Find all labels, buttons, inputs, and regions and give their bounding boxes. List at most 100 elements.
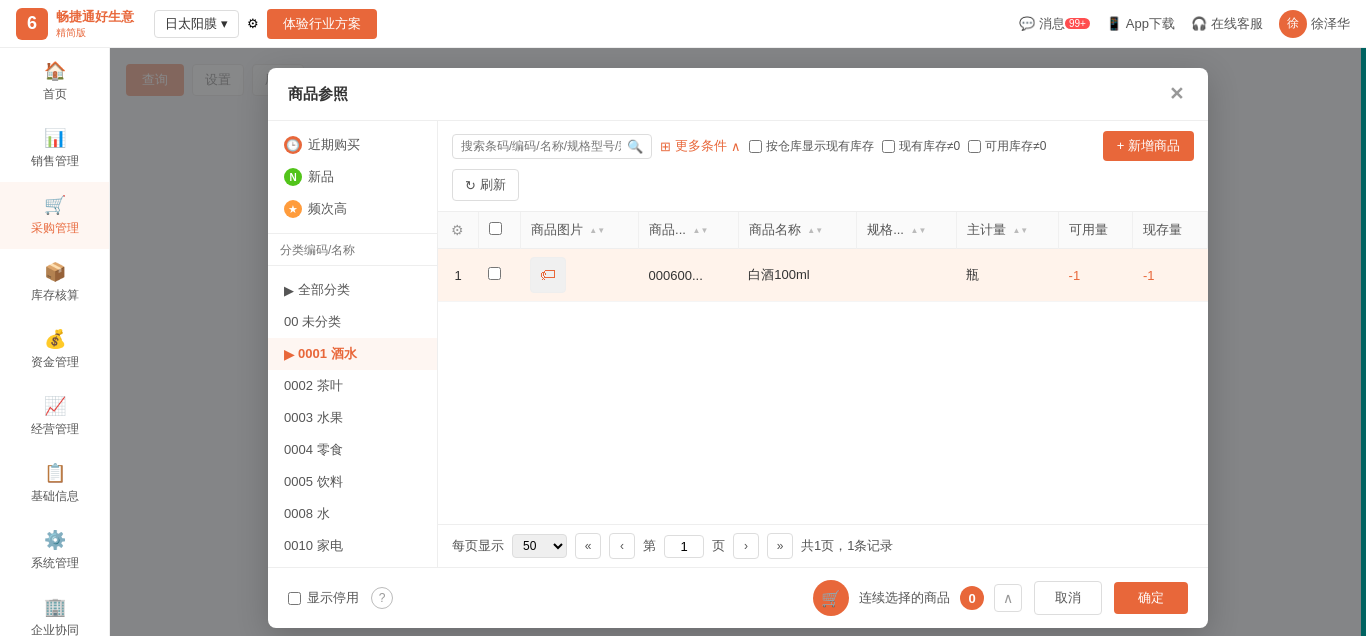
col-unit: 主计量 ▲▼ (956, 212, 1058, 249)
prev-page-btn[interactable]: ‹ (609, 533, 635, 559)
cat-0008[interactable]: 0008 水 (268, 498, 437, 530)
col-image: 商品图片 ▲▼ (520, 212, 638, 249)
col-stock: 现存量 (1133, 212, 1208, 249)
user-avatar-btn[interactable]: 徐 徐泽华 (1279, 10, 1350, 38)
select-all-checkbox[interactable] (489, 222, 502, 235)
usable-checkbox[interactable] (968, 140, 981, 153)
new-product-btn[interactable]: + 新增商品 (1103, 131, 1194, 161)
settings-icon[interactable]: ⚙ (247, 16, 259, 31)
per-page-select[interactable]: 50 100 200 (512, 534, 567, 558)
headset-icon: 🎧 (1191, 16, 1207, 31)
cat-0003[interactable]: 0003 水果 (268, 402, 437, 434)
category-search-input[interactable] (280, 243, 430, 257)
available-checkbox-label[interactable]: 现有库存≠0 (882, 138, 960, 155)
sidebar-label-stock: 库存核算 (31, 287, 79, 304)
freq-label: 频次高 (308, 200, 347, 218)
table-header-row: ⚙ 商品图片 ▲▼ 商品... ▲▼ (438, 212, 1208, 249)
row-stock-cell: -1 (1133, 249, 1208, 302)
sidebar-item-operations[interactable]: 📈 经营管理 (0, 383, 109, 450)
quick-freq[interactable]: ★ 频次高 (268, 193, 437, 225)
category-search: 🔍 (268, 234, 437, 266)
product-image-icon: 🏷 (540, 266, 556, 284)
sidebar-item-stock[interactable]: 📦 库存核算 (0, 249, 109, 316)
purchase-icon: 🛒 (44, 194, 66, 216)
help-icon-btn[interactable]: ? (371, 587, 393, 609)
confirm-btn[interactable]: 确定 (1114, 582, 1188, 614)
column-settings-icon[interactable]: ⚙ (451, 222, 464, 238)
usable-checkbox-label[interactable]: 可用库存≠0 (968, 138, 1046, 155)
sidebar-item-enterprise[interactable]: 🏢 企业协同 (0, 584, 109, 636)
store-selector[interactable]: 日太阳膜 ▾ (154, 10, 239, 38)
sidebar-item-basic[interactable]: 📋 基础信息 (0, 450, 109, 517)
top-nav: 6 畅捷通好生意 精简版 日太阳膜 ▾ ⚙ 体验行业方案 💬 消息 99+ 📱 … (0, 0, 1366, 48)
sidebar-item-system[interactable]: ⚙️ 系统管理 (0, 517, 109, 584)
home-icon: 🏠 (44, 60, 66, 82)
stock-icon: 📦 (44, 261, 66, 283)
right-panel: 🔍 ⊞ 更多条件 ∧ 按仓库显示现有库存 (438, 121, 1208, 567)
recent-label: 近期购买 (308, 136, 360, 154)
cat-0010[interactable]: 0010 家电 (268, 530, 437, 562)
cat-0001[interactable]: ▶ 0001 酒水 (268, 338, 437, 370)
refresh-btn[interactable]: ↻ 刷新 (452, 169, 519, 201)
quick-new[interactable]: N 新品 (268, 161, 437, 193)
sort-image-icon: ▲▼ (589, 226, 605, 235)
messages-btn[interactable]: 💬 消息 99+ (1019, 15, 1090, 33)
row-code-cell: 000600... (639, 249, 739, 302)
cancel-btn[interactable]: 取消 (1034, 581, 1102, 615)
new-label: 新品 (308, 168, 334, 186)
row-image-cell: 🏷 (520, 249, 638, 302)
total-info: 共1页，1条记录 (801, 537, 893, 555)
chevron-up-icon: ∧ (731, 139, 741, 154)
cat-uncat[interactable]: 00 未分类 (268, 306, 437, 338)
filter-icon: ⊞ (660, 139, 671, 154)
app-download-btn[interactable]: 📱 App下载 (1106, 15, 1175, 33)
modal-body: 🕒 近期购买 N 新品 ★ 频次高 (268, 121, 1208, 567)
cat-0002[interactable]: 0002 茶叶 (268, 370, 437, 402)
product-search-icon[interactable]: 🔍 (627, 139, 643, 154)
table-row[interactable]: 1 🏷 (438, 249, 1208, 302)
product-thumbnail: 🏷 (530, 257, 566, 293)
row-checkbox[interactable] (488, 267, 501, 280)
sidebar-item-purchase[interactable]: 🛒 采购管理 (0, 182, 109, 249)
available-checkbox[interactable] (882, 140, 895, 153)
row-available-cell: -1 (1059, 249, 1133, 302)
page-number-input[interactable] (664, 535, 704, 558)
quick-recent[interactable]: 🕒 近期购买 (268, 129, 437, 161)
sidebar-item-finance[interactable]: 💰 资金管理 (0, 316, 109, 383)
enterprise-icon: 🏢 (44, 596, 66, 618)
last-page-btn[interactable]: » (767, 533, 793, 559)
product-table-area: ⚙ 商品图片 ▲▼ 商品... ▲▼ (438, 212, 1208, 524)
cat-0001-arrow: ▶ (284, 347, 294, 362)
freq-icon: ★ (284, 200, 302, 218)
sidebar-label-system: 系统管理 (31, 555, 79, 572)
warehouse-checkbox-label[interactable]: 按仓库显示现有库存 (749, 138, 874, 155)
sort-unit-icon: ▲▼ (1012, 226, 1028, 235)
warehouse-checkbox[interactable] (749, 140, 762, 153)
next-page-btn[interactable]: › (733, 533, 759, 559)
page-label: 第 (643, 537, 656, 555)
sidebar: 🏠 首页 📊 销售管理 🛒 采购管理 📦 库存核算 💰 资金管理 📈 经营管理 … (0, 48, 110, 636)
cat-all[interactable]: ▶ 全部分类 (268, 274, 437, 306)
cat-0005[interactable]: 0005 饮料 (268, 466, 437, 498)
show-disabled-checkbox[interactable] (288, 592, 301, 605)
cart-btn[interactable]: 🛒 (813, 580, 849, 616)
sidebar-label-purchase: 采购管理 (31, 220, 79, 237)
logo-text: 畅捷通好生意 精简版 (56, 8, 134, 40)
sidebar-label-home: 首页 (43, 86, 67, 103)
product-search-input[interactable] (461, 139, 621, 153)
sidebar-label-basic: 基础信息 (31, 488, 79, 505)
col-settings[interactable]: ⚙ (438, 212, 478, 249)
chevron-up-btn[interactable]: ∧ (994, 584, 1022, 612)
experience-btn[interactable]: 体验行业方案 (267, 9, 377, 39)
row-name-cell: 白酒100ml (738, 249, 856, 302)
sidebar-item-sales[interactable]: 📊 销售管理 (0, 115, 109, 182)
cat-0004[interactable]: 0004 零食 (268, 434, 437, 466)
modal-close-btn[interactable]: ✕ (1164, 82, 1188, 106)
sidebar-item-home[interactable]: 🏠 首页 (0, 48, 109, 115)
more-filters-btn[interactable]: ⊞ 更多条件 ∧ (660, 137, 741, 155)
col-name: 商品名称 ▲▼ (738, 212, 856, 249)
show-disabled-label[interactable]: 显示停用 (288, 589, 359, 607)
first-page-btn[interactable]: « (575, 533, 601, 559)
online-service-btn[interactable]: 🎧 在线客服 (1191, 15, 1263, 33)
col-spec: 规格... ▲▼ (857, 212, 957, 249)
